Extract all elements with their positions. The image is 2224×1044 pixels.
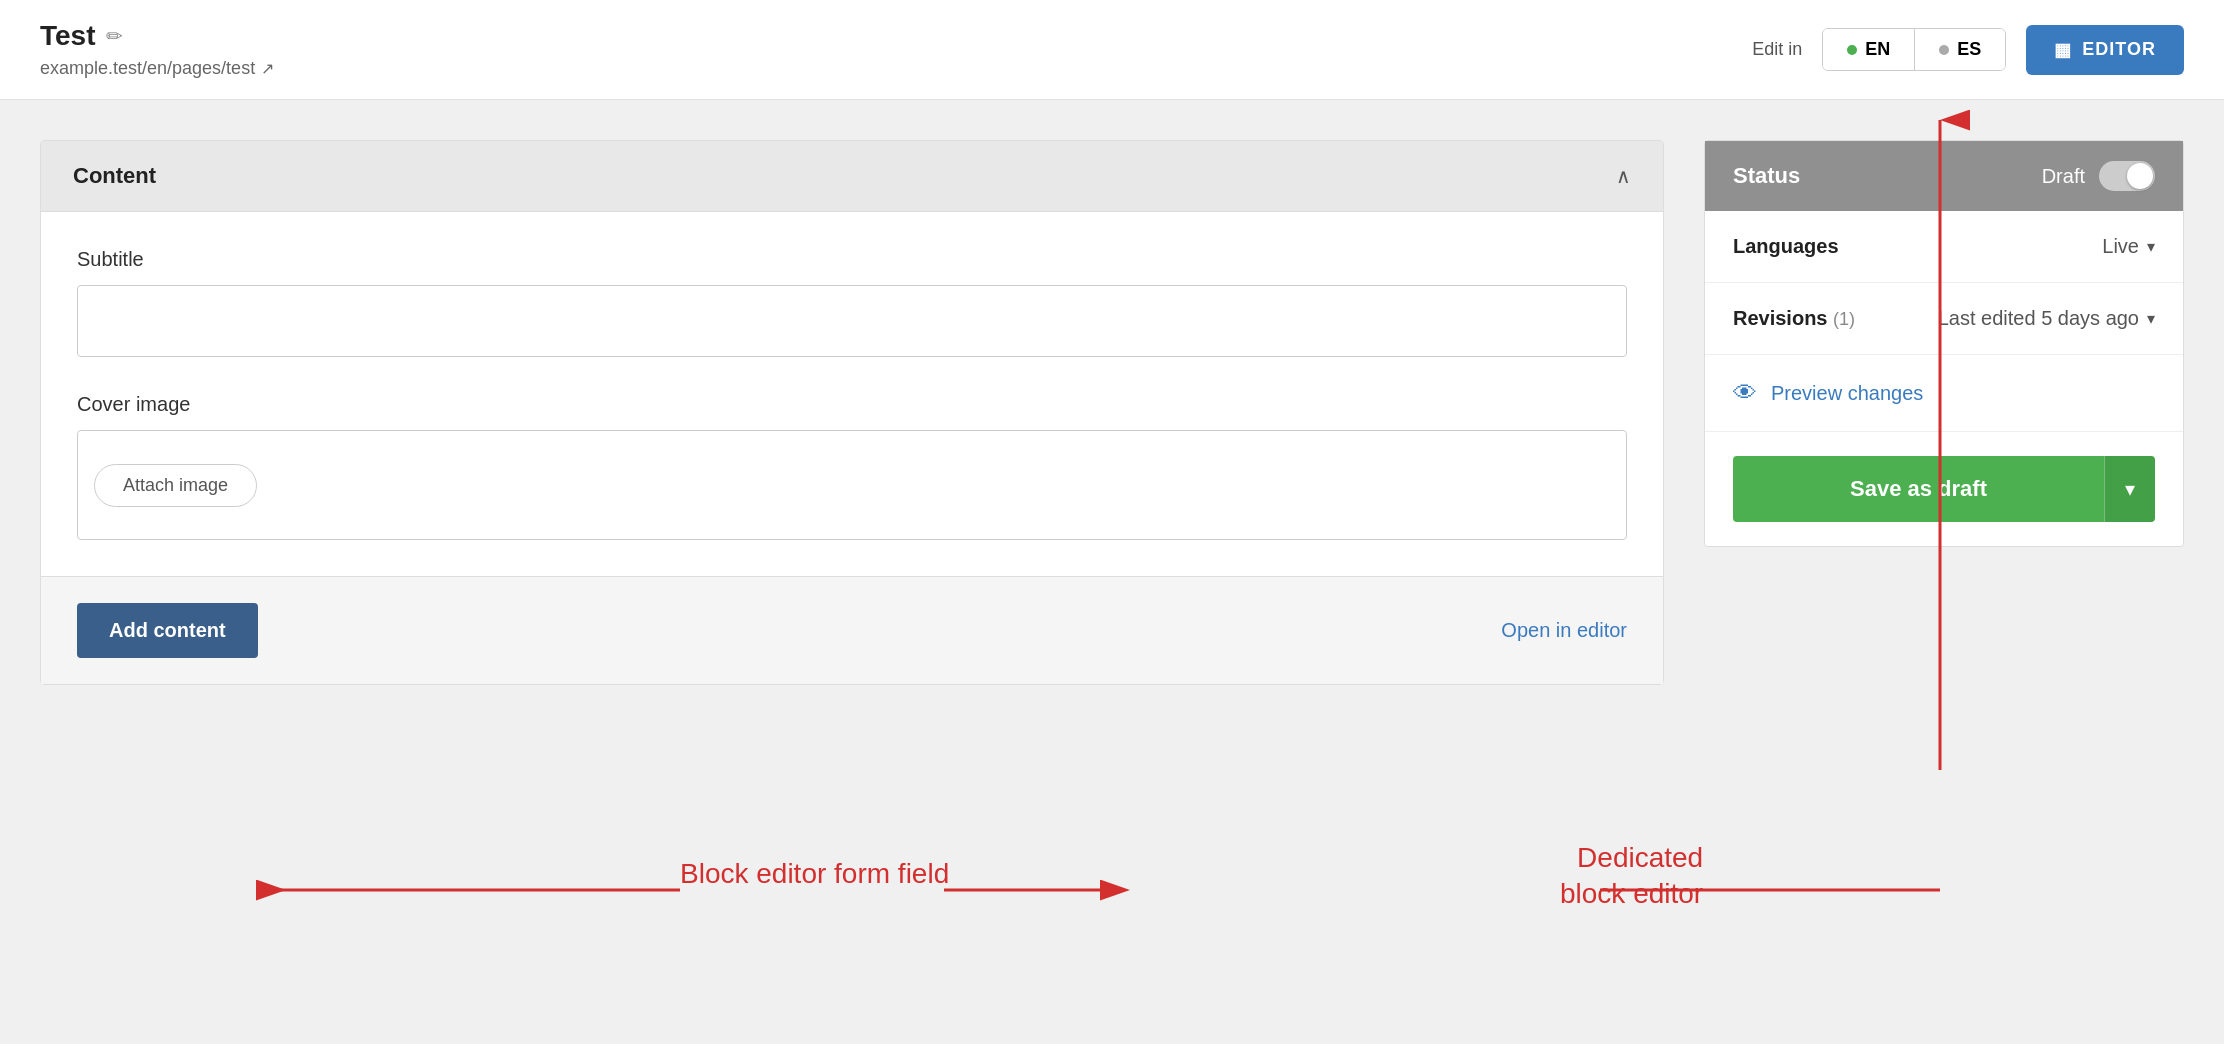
image-upload-area[interactable]: Attach image xyxy=(77,430,1627,540)
languages-chevron-icon: ▾ xyxy=(2147,237,2155,256)
revisions-chevron-icon: ▾ xyxy=(2147,309,2155,328)
content-panel-title: Content xyxy=(73,163,156,189)
page-title-row: Test ✏ xyxy=(40,20,274,52)
languages-label: Languages xyxy=(1733,235,1839,258)
save-draft-row: Save as draft ▾ xyxy=(1705,432,2183,546)
preview-row: 👁 Preview changes xyxy=(1705,355,2183,432)
content-panel-body: Subtitle Cover image Attach image xyxy=(41,212,1663,540)
status-right: Draft xyxy=(2042,161,2155,191)
languages-row: Languages Live ▾ xyxy=(1705,211,2183,283)
header: Test ✏ example.test/en/pages/test ↗ Edit… xyxy=(0,0,2224,100)
draft-label: Draft xyxy=(2042,165,2085,188)
dedicated-editor-annotation: Dedicatedblock editor xyxy=(1560,840,1703,913)
lang-en-label: EN xyxy=(1865,39,1890,60)
languages-value-text: Live xyxy=(2102,235,2139,258)
revisions-count: (1) xyxy=(1833,309,1855,329)
save-draft-button[interactable]: Save as draft xyxy=(1733,456,2104,522)
revisions-label: Revisions (1) xyxy=(1733,307,1855,330)
preview-eye-icon: 👁 xyxy=(1733,379,1757,407)
revisions-label-text: Revisions xyxy=(1733,307,1827,329)
content-panel-header: Content ∧ xyxy=(41,141,1663,212)
lang-es-dot xyxy=(1939,45,1949,55)
lang-es-label: ES xyxy=(1957,39,1981,60)
edit-pencil-icon[interactable]: ✏ xyxy=(106,24,123,48)
subtitle-input[interactable] xyxy=(77,285,1627,357)
lang-es-button[interactable]: ES xyxy=(1915,29,2005,70)
collapse-icon[interactable]: ∧ xyxy=(1616,164,1631,188)
right-sidebar: Status Draft Languages Live ▾ Revisions … xyxy=(1704,140,2184,547)
subtitle-label: Subtitle xyxy=(77,248,1627,271)
edit-in-label: Edit in xyxy=(1752,39,1802,60)
revisions-value[interactable]: Last edited 5 days ago ▾ xyxy=(1938,307,2155,330)
editor-button-label: EDITOR xyxy=(2082,39,2156,60)
editor-button[interactable]: ▦ EDITOR xyxy=(2026,25,2184,75)
attach-image-button[interactable]: Attach image xyxy=(94,464,257,507)
content-panel: Content ∧ Subtitle Cover image Attach im… xyxy=(40,140,1664,685)
page-title: Test xyxy=(40,20,96,52)
page-url: example.test/en/pages/test ↗ xyxy=(40,58,274,79)
block-editor-annotation: Block editor form field xyxy=(680,856,949,892)
lang-en-dot xyxy=(1847,45,1857,55)
status-header: Status Draft xyxy=(1705,141,2183,211)
main-area: Content ∧ Subtitle Cover image Attach im… xyxy=(0,100,2224,725)
open-in-editor-link[interactable]: Open in editor xyxy=(1501,619,1627,642)
external-link-icon[interactable]: ↗ xyxy=(261,59,274,78)
header-left: Test ✏ example.test/en/pages/test ↗ xyxy=(40,20,274,79)
header-right: Edit in EN ES ▦ EDITOR xyxy=(1752,25,2184,75)
lang-en-button[interactable]: EN xyxy=(1823,29,1915,70)
status-label: Status xyxy=(1733,163,1800,189)
cover-image-label: Cover image xyxy=(77,393,1627,416)
editor-icon: ▦ xyxy=(2054,39,2072,61)
save-draft-button-container: Save as draft ▾ xyxy=(1733,456,2155,522)
add-content-button[interactable]: Add content xyxy=(77,603,258,658)
save-draft-chevron-button[interactable]: ▾ xyxy=(2104,456,2155,522)
revisions-last-edited: Last edited 5 days ago xyxy=(1938,307,2139,330)
preview-changes-link[interactable]: Preview changes xyxy=(1771,382,1923,405)
revisions-row: Revisions (1) Last edited 5 days ago ▾ xyxy=(1705,283,2183,355)
language-switcher: EN ES xyxy=(1822,28,2006,71)
languages-value[interactable]: Live ▾ xyxy=(2102,235,2155,258)
url-text: example.test/en/pages/test xyxy=(40,58,255,79)
status-toggle[interactable] xyxy=(2099,161,2155,191)
content-panel-footer: Add content Open in editor xyxy=(41,576,1663,684)
